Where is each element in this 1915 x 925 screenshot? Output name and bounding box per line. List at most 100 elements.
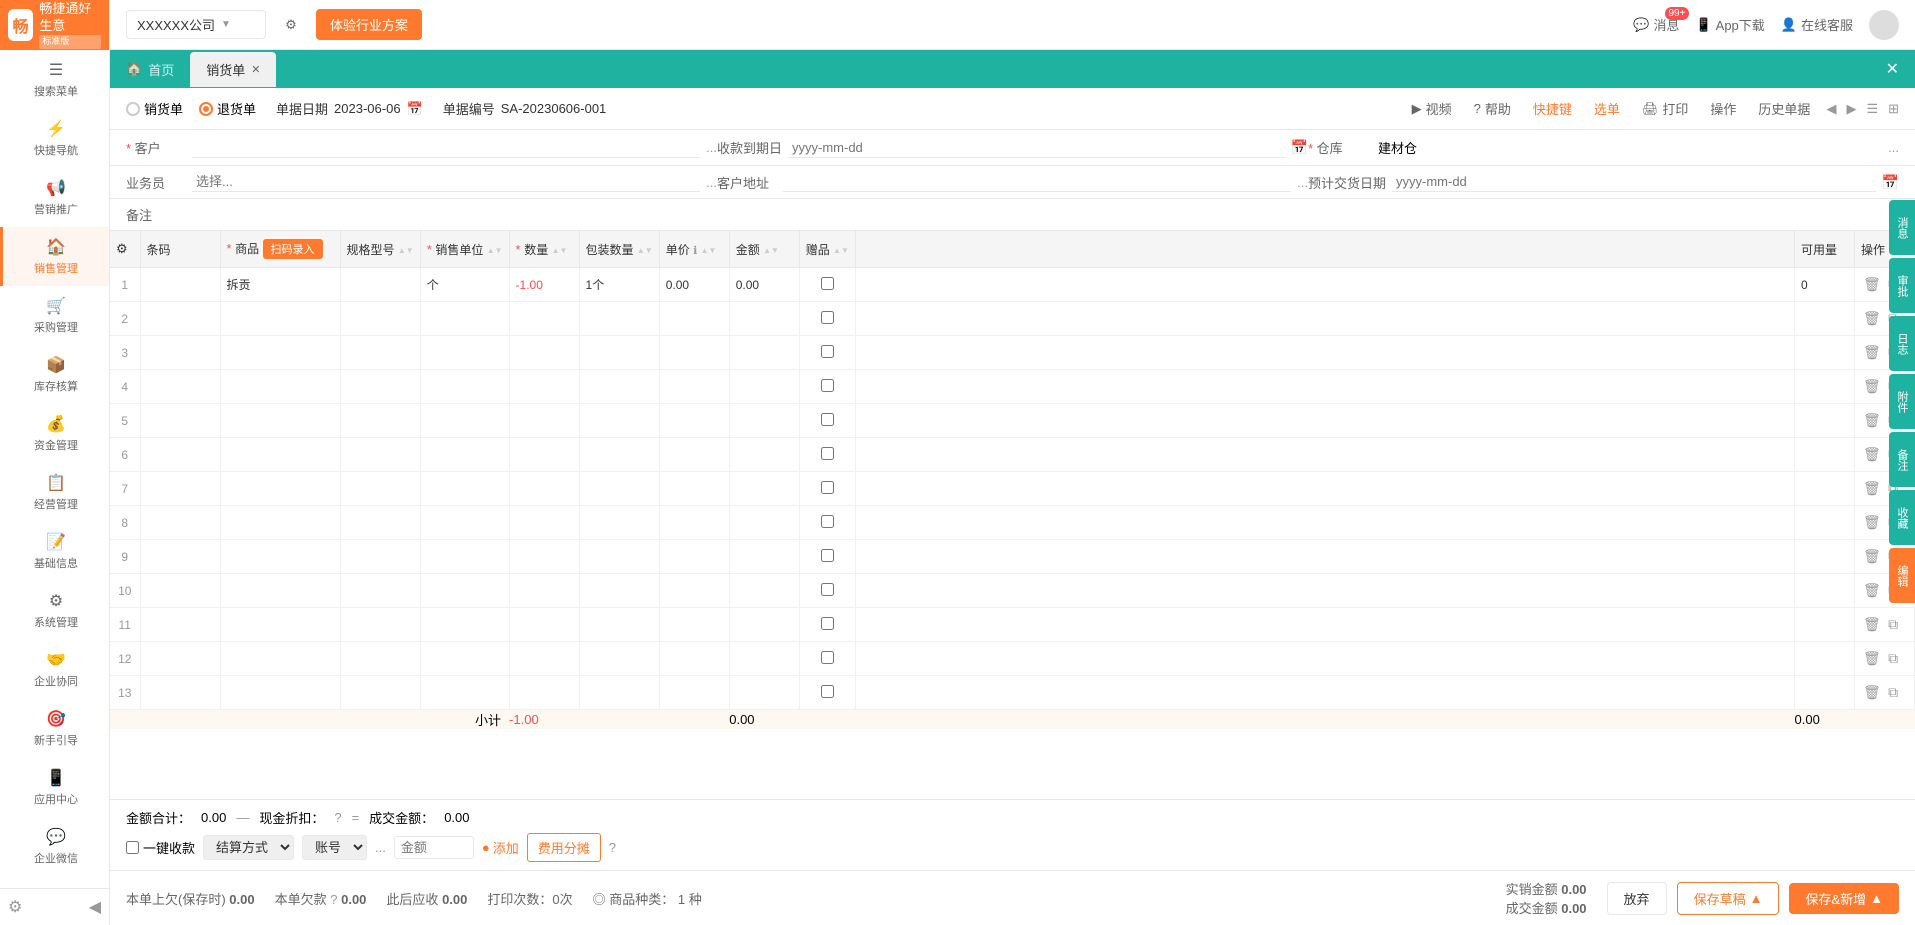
sidebar-item-basic-info[interactable]: 📝基础信息 (0, 522, 109, 581)
row-quantity[interactable] (509, 472, 579, 506)
note-input[interactable] (158, 207, 1899, 222)
row-quantity[interactable] (509, 302, 579, 336)
delete-row-btn[interactable]: 🗑 (1861, 410, 1883, 431)
online-service-button[interactable]: 👤 在线客服 (1781, 15, 1853, 34)
row-spec[interactable] (340, 506, 420, 540)
row-gift[interactable] (799, 540, 855, 574)
row-quantity[interactable] (509, 438, 579, 472)
payment-checkbox[interactable] (126, 841, 139, 854)
row-product[interactable] (220, 642, 340, 676)
row-product[interactable] (220, 370, 340, 404)
account-dots[interactable]: ... (375, 840, 386, 855)
row-barcode[interactable] (140, 438, 220, 472)
th-settings[interactable]: ⚙ (110, 231, 140, 268)
copy-row-btn[interactable]: ⧉ (1886, 682, 1900, 703)
row-quantity[interactable]: -1.00 (509, 268, 579, 302)
row-unit[interactable] (420, 370, 509, 404)
row-pack-qty[interactable] (579, 540, 659, 574)
delete-row-btn[interactable]: 🗑 (1861, 342, 1883, 363)
row-product[interactable] (220, 438, 340, 472)
row-quantity[interactable] (509, 642, 579, 676)
help-btn[interactable]: ? 帮助 (1468, 96, 1517, 121)
row-amount[interactable] (729, 608, 799, 642)
salesperson-input[interactable] (192, 172, 700, 192)
save-new-button[interactable]: 保存&新增 ▲ (1789, 883, 1899, 914)
row-unit-price[interactable] (659, 370, 729, 404)
select-order-btn[interactable]: 选单 (1588, 96, 1626, 121)
company-selector[interactable]: XXXXXX公司 ▼ (126, 10, 266, 39)
row-barcode[interactable] (140, 472, 220, 506)
row-spec[interactable] (340, 540, 420, 574)
row-barcode[interactable] (140, 336, 220, 370)
delete-row-btn[interactable]: 🗑 (1861, 444, 1883, 465)
row-quantity[interactable] (509, 404, 579, 438)
row-gift[interactable] (799, 438, 855, 472)
expense-split-button[interactable]: 费用分摊 (527, 833, 601, 862)
sidebar-item-wechat[interactable]: 💬企业微信 (0, 817, 109, 876)
row-unit-price[interactable] (659, 540, 729, 574)
row-unit[interactable] (420, 540, 509, 574)
sidebar-item-finance[interactable]: 💰资金管理 (0, 404, 109, 463)
settlement-method-select[interactable]: 结算方式 (203, 835, 294, 860)
view-list-icon[interactable]: ☰ (1866, 101, 1878, 117)
rp-attachment-btn[interactable]: 附件 (1889, 374, 1915, 429)
row-product[interactable] (220, 608, 340, 642)
row-quantity[interactable] (509, 608, 579, 642)
sidebar-item-apps[interactable]: 📱应用中心 (0, 758, 109, 817)
row-gift[interactable] (799, 370, 855, 404)
row-remark[interactable] (855, 642, 1794, 676)
row-spec[interactable] (340, 268, 420, 302)
row-unit-price[interactable] (659, 336, 729, 370)
row-spec[interactable] (340, 302, 420, 336)
account-select[interactable]: 账号 (302, 835, 367, 860)
customer-addr-input[interactable] (783, 172, 1291, 192)
row-pack-qty[interactable] (579, 472, 659, 506)
discard-button[interactable]: 放弃 (1607, 882, 1667, 915)
row-spec[interactable] (340, 472, 420, 506)
row-remark[interactable] (855, 676, 1794, 710)
row-gift[interactable] (799, 472, 855, 506)
row-amount[interactable] (729, 574, 799, 608)
sidebar-item-search[interactable]: ☰搜索菜单 (0, 50, 109, 109)
row-pack-qty[interactable] (579, 438, 659, 472)
payment-amount-input[interactable] (394, 836, 474, 859)
row-barcode[interactable] (140, 370, 220, 404)
delete-row-btn[interactable]: 🗑 (1861, 512, 1883, 533)
row-spec[interactable] (340, 336, 420, 370)
sidebar-item-operations[interactable]: 📋经营管理 (0, 463, 109, 522)
customer-dots[interactable]: ... (706, 140, 717, 155)
row-unit-price[interactable] (659, 472, 729, 506)
row-gift[interactable] (799, 336, 855, 370)
delete-row-btn[interactable]: 🗑 (1861, 274, 1883, 295)
header-settings-icon[interactable]: ⚙ (276, 10, 306, 40)
rp-log-btn[interactable]: 日志 (1889, 316, 1915, 371)
rp-approval-btn[interactable]: 审批 (1889, 258, 1915, 313)
row-unit-price[interactable] (659, 506, 729, 540)
delete-row-btn[interactable]: 🗑 (1861, 376, 1883, 397)
row-spec[interactable] (340, 642, 420, 676)
row-product[interactable] (220, 506, 340, 540)
sidebar-item-purchase[interactable]: 🛒采购管理 (0, 286, 109, 345)
row-barcode[interactable] (140, 268, 220, 302)
row-unit[interactable] (420, 642, 509, 676)
row-product[interactable] (220, 302, 340, 336)
copy-row-btn[interactable]: ⧉ (1886, 648, 1900, 669)
row-remark[interactable] (855, 540, 1794, 574)
row-amount[interactable] (729, 506, 799, 540)
nav-prev-icon[interactable]: ◀ (1826, 101, 1836, 117)
history-btn[interactable]: 历史单据 (1752, 96, 1816, 121)
warehouse-dots[interactable]: ... (1888, 140, 1899, 155)
row-quantity[interactable] (509, 676, 579, 710)
row-quantity[interactable] (509, 370, 579, 404)
row-spec[interactable] (340, 608, 420, 642)
row-amount[interactable]: 0.00 (729, 268, 799, 302)
collapse-icon[interactable]: ◀ (89, 897, 101, 917)
row-remark[interactable] (855, 608, 1794, 642)
row-quantity[interactable] (509, 506, 579, 540)
row-unit-price[interactable] (659, 608, 729, 642)
delete-row-btn[interactable]: 🗑 (1861, 580, 1883, 601)
delete-row-btn[interactable]: 🗑 (1861, 308, 1883, 329)
sidebar-item-system[interactable]: ⚙系统管理 (0, 581, 109, 640)
row-quantity[interactable] (509, 336, 579, 370)
row-pack-qty[interactable] (579, 642, 659, 676)
